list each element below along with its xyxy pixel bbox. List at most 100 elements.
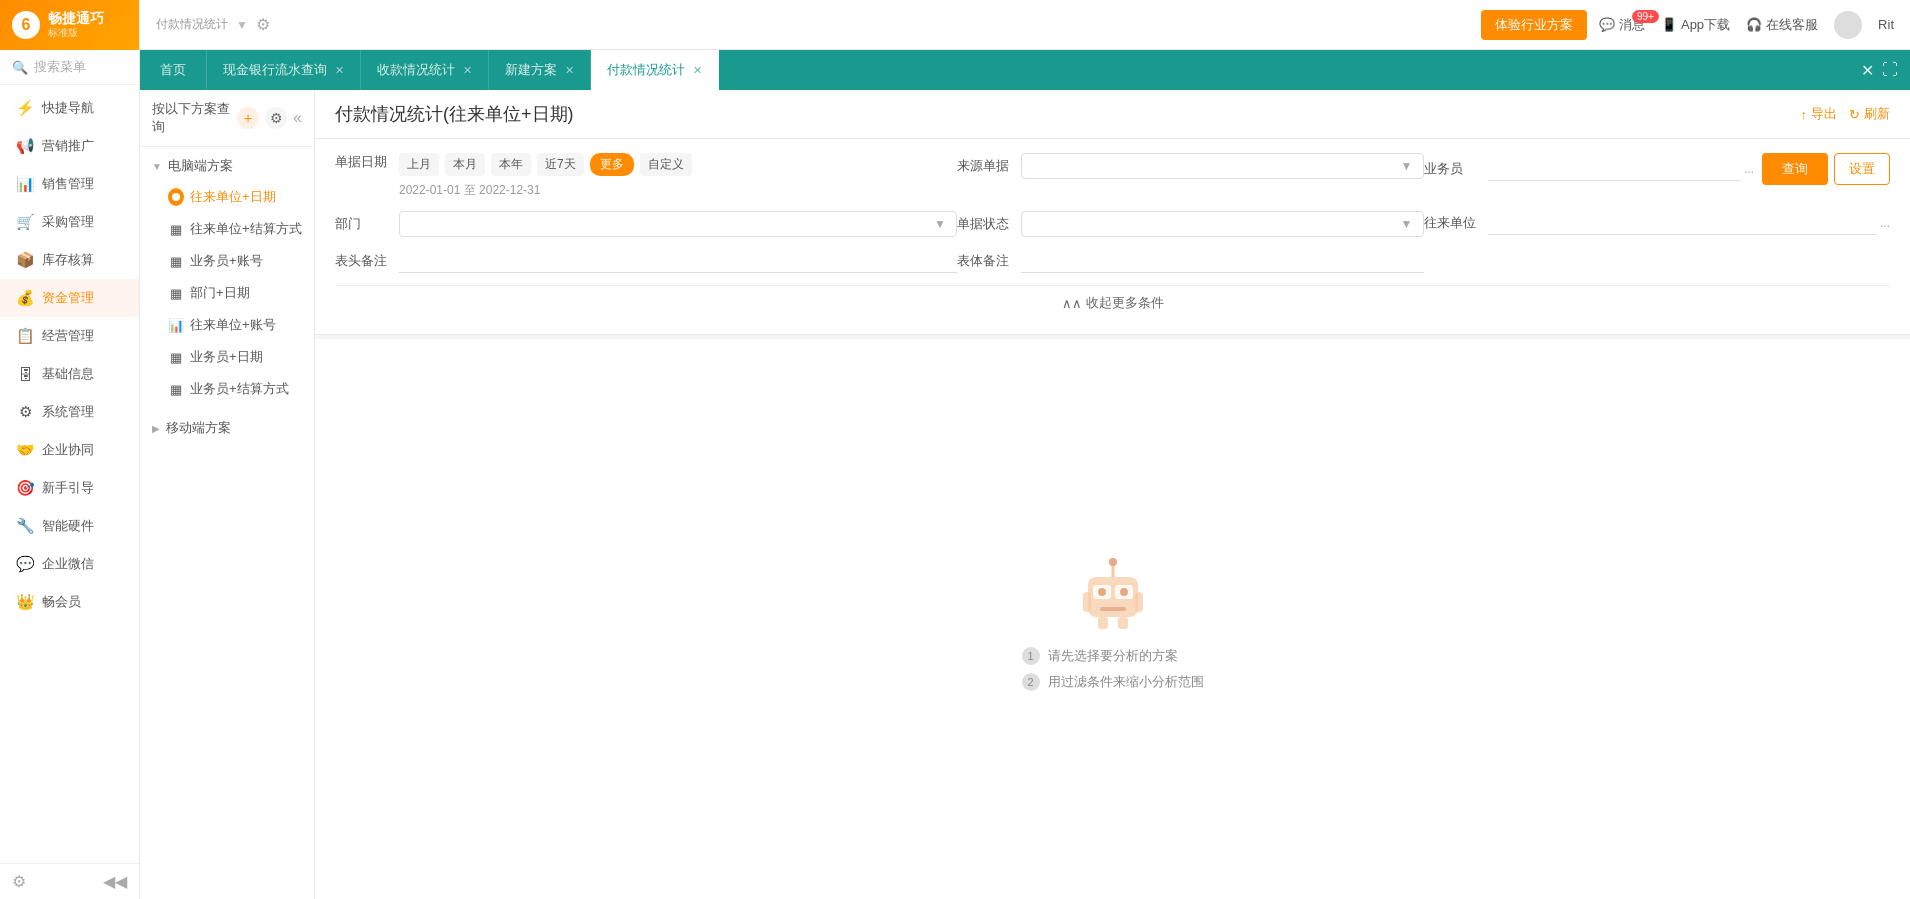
scheme-item-unit-account[interactable]: 📊 往来单位+账号 <box>140 309 314 341</box>
mobile-section-header[interactable]: ▶ 移动端方案 <box>140 413 314 443</box>
desktop-section-arrow: ▼ <box>152 161 162 172</box>
tab-home[interactable]: 首页 <box>140 50 207 90</box>
tab-close-all-icon[interactable]: ✕ <box>1861 61 1874 80</box>
sidebar-item-purchase[interactable]: 🛒 采购管理 <box>0 203 139 241</box>
tab-payment-stats-close[interactable]: ✕ <box>693 64 702 77</box>
mobile-section-label: 移动端方案 <box>166 419 231 437</box>
tab-bank-flow-close[interactable]: ✕ <box>335 64 344 77</box>
topbar: 付款情况统计 ▼ ⚙ 体验行业方案 💬 消息 99+ 📱 App下载 🎧 在线客… <box>140 0 1910 50</box>
tab-receipt-stats[interactable]: 收款情况统计 ✕ <box>361 50 489 90</box>
topbar-message[interactable]: 💬 消息 99+ <box>1599 16 1645 34</box>
empty-tip-2-text: 用过滤条件来缩小分析范围 <box>1048 673 1204 691</box>
topbar-app-download[interactable]: 📱 App下载 <box>1661 16 1730 34</box>
dept-select[interactable]: ▼ <box>399 211 957 237</box>
date-btn-last-month[interactable]: 上月 <box>399 153 439 176</box>
voucher-date-label: 单据日期 <box>335 153 391 171</box>
scheme-item-staff-settlement[interactable]: ▦ 业务员+结算方式 <box>140 373 314 405</box>
scheme-item-staff-account[interactable]: ▦ 业务员+账号 <box>140 245 314 277</box>
tab-expand-icon[interactable]: ⛶ <box>1882 61 1898 79</box>
filter-row-1: 单据日期 上月 本月 本年 近7天 更多 自定义 2022-01-01 至 20… <box>335 153 1890 199</box>
sidebar-item-quick-nav[interactable]: ⚡ 快捷导航 <box>0 89 139 127</box>
sidebar-item-wechat[interactable]: 💬 企业微信 <box>0 545 139 583</box>
date-btn-7days[interactable]: 近7天 <box>537 153 584 176</box>
sidebar-item-label: 系统管理 <box>42 403 94 421</box>
sidebar-item-sales[interactable]: 📊 销售管理 <box>0 165 139 203</box>
date-btn-this-month[interactable]: 本月 <box>445 153 485 176</box>
tab-new-scheme[interactable]: 新建方案 ✕ <box>489 50 591 90</box>
svg-rect-6 <box>1083 592 1091 612</box>
sidebar-item-system[interactable]: ⚙ 系统管理 <box>0 393 139 431</box>
message-icon: 💬 <box>1599 17 1615 32</box>
trial-button[interactable]: 体验行业方案 <box>1481 10 1587 40</box>
query-button[interactable]: 查询 <box>1762 153 1828 185</box>
date-btn-custom[interactable]: 自定义 <box>640 153 692 176</box>
filter-row-2: 部门 ▼ 单据状态 ▼ 往来单位 <box>335 211 1890 237</box>
tab-payment-stats[interactable]: 付款情况统计 ✕ <box>591 50 719 90</box>
tab-new-scheme-close[interactable]: ✕ <box>565 64 574 77</box>
svg-rect-8 <box>1098 617 1108 629</box>
scheme-collapse-button[interactable]: « <box>293 109 302 127</box>
page-title: 付款情况统计(往来单位+日期) <box>335 102 1801 126</box>
marketing-icon: 📢 <box>16 137 34 155</box>
scheme-item-unit-date[interactable]: 往来单位+日期 <box>140 181 314 213</box>
sidebar-item-basic-info[interactable]: 🗄 基础信息 <box>0 355 139 393</box>
body-note-input[interactable] <box>1021 249 1424 273</box>
export-button[interactable]: ↑ 导出 <box>1801 105 1838 123</box>
mobile-section-arrow: ▶ <box>152 423 160 434</box>
operation-icon: 📋 <box>16 327 34 345</box>
header-note-input[interactable] <box>399 249 957 273</box>
footer-collapse-icon[interactable]: ◀◀ <box>103 872 127 891</box>
filter-item-body-note: 表体备注 <box>957 249 1424 273</box>
date-btn-this-year[interactable]: 本年 <box>491 153 531 176</box>
sidebar-item-guide[interactable]: 🎯 新手引导 <box>0 469 139 507</box>
empty-tips: 1 请先选择要分析的方案 2 用过滤条件来缩小分析范围 <box>1022 647 1204 691</box>
sidebar-item-operation[interactable]: 📋 经营管理 <box>0 317 139 355</box>
tab-receipt-stats-close[interactable]: ✕ <box>463 64 472 77</box>
tab-payment-stats-label: 付款情况统计 <box>607 61 685 79</box>
collapse-filter-button[interactable]: ∧∧ 收起更多条件 <box>1062 294 1164 312</box>
filter-item-dept: 部门 ▼ <box>335 211 957 237</box>
collapse-filter-label: 收起更多条件 <box>1086 294 1164 312</box>
scheme-table-icon: ▦ <box>168 381 184 397</box>
topbar-online-service[interactable]: 🎧 在线客服 <box>1746 16 1818 34</box>
sidebar-item-hardware[interactable]: 🔧 智能硬件 <box>0 507 139 545</box>
service-icon: 🎧 <box>1746 17 1762 32</box>
sidebar-item-marketing[interactable]: 📢 营销推广 <box>0 127 139 165</box>
sidebar-item-cooperation[interactable]: 🤝 企业协同 <box>0 431 139 469</box>
scheme-settings-button[interactable]: ⚙ <box>265 107 287 129</box>
partner-input[interactable] <box>1488 211 1876 235</box>
voucher-status-select[interactable]: ▼ <box>1021 211 1424 237</box>
desktop-section-header[interactable]: ▼ 电脑端方案 <box>140 151 314 181</box>
scheme-item-unit-settlement[interactable]: ▦ 往来单位+结算方式 <box>140 213 314 245</box>
username-label: Rit <box>1878 17 1894 32</box>
tabbar: 首页 现金银行流水查询 ✕ 收款情况统计 ✕ 新建方案 ✕ 付款情况统计 ✕ ✕… <box>140 50 1910 90</box>
sidebar-item-label: 采购管理 <box>42 213 94 231</box>
sidebar-item-member[interactable]: 👑 畅会员 <box>0 583 139 621</box>
settings-button[interactable]: 设置 <box>1834 153 1890 185</box>
purchase-icon: 🛒 <box>16 213 34 231</box>
user-avatar[interactable] <box>1834 11 1862 39</box>
refresh-button[interactable]: ↻ 刷新 <box>1849 105 1890 123</box>
sidebar-item-finance[interactable]: 💰 资金管理 <box>0 279 139 317</box>
collapse-bar: ∧∧ 收起更多条件 <box>335 285 1890 320</box>
filter-item-partner: 往来单位 ... <box>1424 211 1891 235</box>
page-header: 付款情况统计(往来单位+日期) ↑ 导出 ↻ 刷新 <box>315 90 1910 139</box>
scheme-item-label: 业务员+日期 <box>190 348 263 366</box>
staff-input[interactable] <box>1488 157 1740 181</box>
main-area: 付款情况统计 ▼ ⚙ 体验行业方案 💬 消息 99+ 📱 App下载 🎧 在线客… <box>140 0 1910 899</box>
sidebar-item-inventory[interactable]: 📦 库存核算 <box>0 241 139 279</box>
body-note-label: 表体备注 <box>957 252 1013 270</box>
date-btn-more[interactable]: 更多 <box>590 153 634 176</box>
scheme-item-dept-date[interactable]: ▦ 部门+日期 <box>140 277 314 309</box>
footer-settings-icon[interactable]: ⚙ <box>12 872 26 891</box>
topbar-gear-icon[interactable]: ⚙ <box>256 15 270 34</box>
scheme-item-staff-date[interactable]: ▦ 业务员+日期 <box>140 341 314 373</box>
tab-bank-flow[interactable]: 现金银行流水查询 ✕ <box>207 50 361 90</box>
search-menu-label[interactable]: 搜索菜单 <box>34 58 86 76</box>
filter-item-source: 来源单据 ▼ <box>957 153 1424 179</box>
scheme-add-button[interactable]: + <box>237 107 259 129</box>
source-select[interactable]: ▼ <box>1021 153 1424 179</box>
scheme-panel: 按以下方案查询 + ⚙ « ▼ 电脑端方案 往来单位+日期 ▦ <box>140 90 315 899</box>
scheme-header-label: 按以下方案查询 <box>152 100 231 136</box>
filter-area: 单据日期 上月 本月 本年 近7天 更多 自定义 2022-01-01 至 20… <box>315 139 1910 335</box>
